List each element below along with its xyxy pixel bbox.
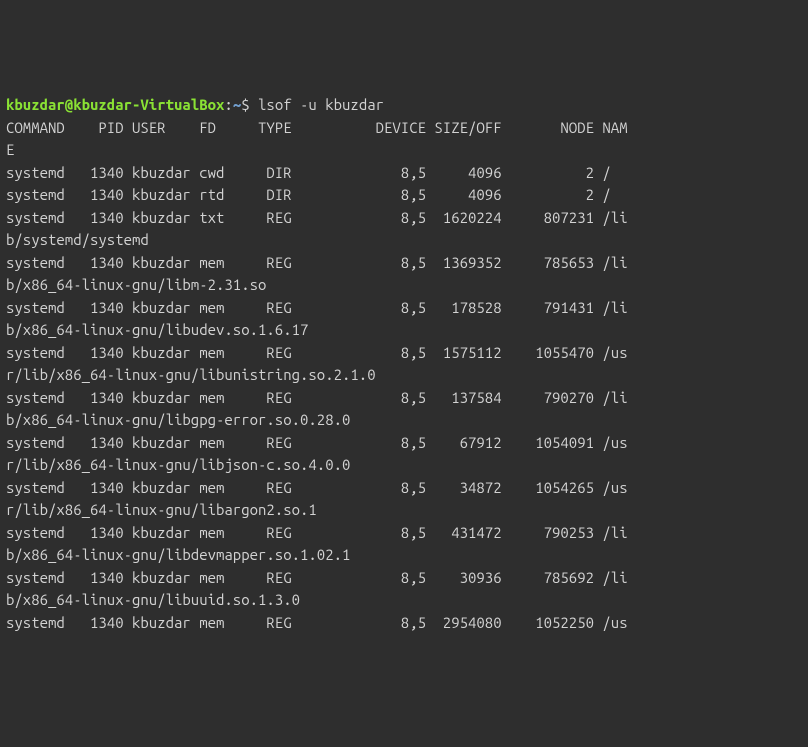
table-row: systemd 1340 kbuzdar mem REG 8,5 30936 7… [6,569,628,586]
lsof-header-wrap: E [6,141,14,158]
table-row: systemd 1340 kbuzdar mem REG 8,5 137584 … [6,389,628,406]
command-text[interactable]: lsof -u kbuzdar [258,96,384,113]
prompt-path: ~ [233,96,241,113]
table-row: systemd 1340 kbuzdar mem REG 8,5 1575112… [6,344,628,361]
table-row: systemd 1340 kbuzdar mem REG 8,5 67912 1… [6,434,628,451]
table-row-wrap: b/x86_64-linux-gnu/libgpg-error.so.0.28.… [6,411,350,428]
prompt-colon: : [224,96,232,113]
lsof-header: COMMAND PID USER FD TYPE DEVICE SIZE/OFF… [6,119,628,136]
table-row: systemd 1340 kbuzdar cwd DIR 8,5 4096 2 … [6,164,611,181]
table-row: systemd 1340 kbuzdar txt REG 8,5 1620224… [6,209,628,226]
table-row: systemd 1340 kbuzdar mem REG 8,5 34872 1… [6,479,628,496]
table-row-wrap: b/systemd/systemd [6,231,149,248]
prompt-dollar: $ [241,96,258,113]
table-row: systemd 1340 kbuzdar mem REG 8,5 178528 … [6,299,628,316]
table-row: systemd 1340 kbuzdar rtd DIR 8,5 4096 2 … [6,186,611,203]
table-row-wrap: b/x86_64-linux-gnu/libdevmapper.so.1.02.… [6,546,350,563]
table-row-wrap: b/x86_64-linux-gnu/libudev.so.1.6.17 [6,321,308,338]
prompt-userhost: kbuzdar@kbuzdar-VirtualBox [6,96,224,113]
table-row-wrap: b/x86_64-linux-gnu/libuuid.so.1.3.0 [6,591,300,608]
table-row: systemd 1340 kbuzdar mem REG 8,5 2954080… [6,614,628,631]
table-row: systemd 1340 kbuzdar mem REG 8,5 431472 … [6,524,628,541]
table-row-wrap: b/x86_64-linux-gnu/libm-2.31.so [6,276,266,293]
terminal-output: kbuzdar@kbuzdar-VirtualBox:~$ lsof -u kb… [6,94,802,634]
table-row: systemd 1340 kbuzdar mem REG 8,5 1369352… [6,254,628,271]
table-row-wrap: r/lib/x86_64-linux-gnu/libjson-c.so.4.0.… [6,456,350,473]
table-row-wrap: r/lib/x86_64-linux-gnu/libunistring.so.2… [6,366,376,383]
